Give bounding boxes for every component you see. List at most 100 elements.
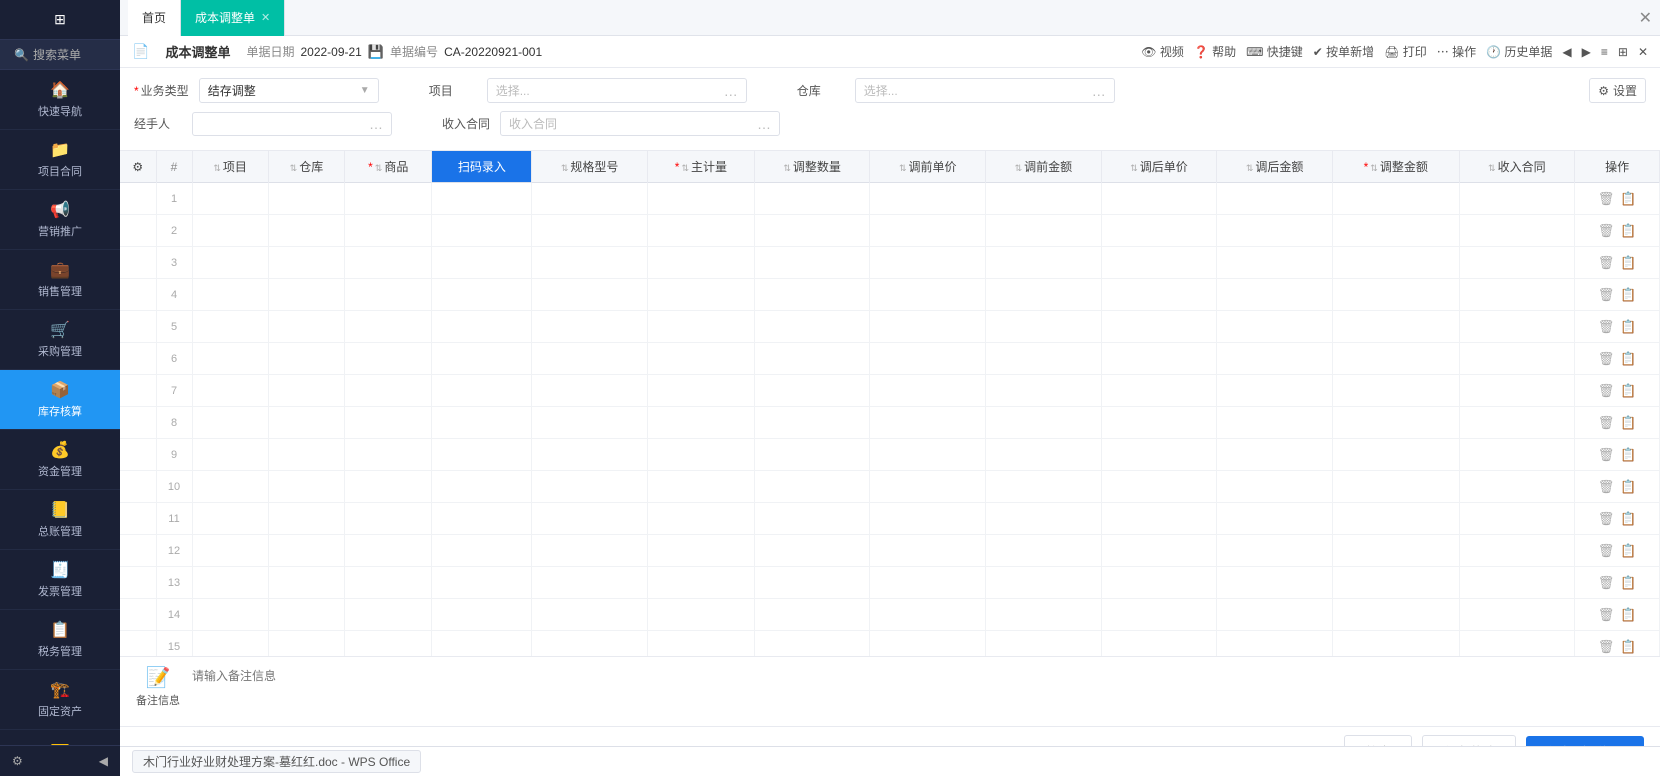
row-copy-3[interactable]: 📋	[1620, 255, 1636, 271]
row-before-price-7[interactable]	[870, 375, 986, 407]
row-delete-8[interactable]: 🗑	[1598, 415, 1615, 431]
row-warehouse-3[interactable]	[268, 247, 344, 279]
row-project-13[interactable]	[192, 567, 268, 599]
row-before-price-5[interactable]	[870, 311, 986, 343]
row-income-contract-13[interactable]	[1459, 567, 1575, 599]
row-project-14[interactable]	[192, 599, 268, 631]
row-adjust-qty-9[interactable]	[754, 439, 870, 471]
income-contract-input[interactable]: 收入合同 …	[500, 111, 780, 136]
row-after-amount-13[interactable]	[1217, 567, 1333, 599]
row-after-price-4[interactable]	[1101, 279, 1217, 311]
row-unit-12[interactable]	[647, 535, 754, 567]
row-before-amount-7[interactable]	[986, 375, 1102, 407]
row-goods-11[interactable]	[345, 503, 432, 535]
row-goods-1[interactable]	[345, 183, 432, 215]
row-after-price-10[interactable]	[1101, 471, 1217, 503]
row-after-amount-15[interactable]	[1217, 631, 1333, 657]
row-goods-4[interactable]	[345, 279, 432, 311]
row-scan-3[interactable]	[432, 247, 532, 279]
th-after-amount[interactable]: ⇅调后金额	[1217, 151, 1333, 183]
row-delete-14[interactable]: 🗑	[1598, 607, 1615, 623]
row-warehouse-7[interactable]	[268, 375, 344, 407]
row-before-price-3[interactable]	[870, 247, 986, 279]
th-before-price[interactable]: ⇅调前单价	[870, 151, 986, 183]
row-copy-7[interactable]: 📋	[1620, 383, 1636, 399]
row-before-amount-14[interactable]	[986, 599, 1102, 631]
row-unit-2[interactable]	[647, 215, 754, 247]
th-settings[interactable]: ⚙	[120, 151, 156, 183]
row-adjust-qty-15[interactable]	[754, 631, 870, 657]
row-before-amount-13[interactable]	[986, 567, 1102, 599]
row-project-2[interactable]	[192, 215, 268, 247]
th-unit[interactable]: ⇅主计量	[647, 151, 754, 183]
row-goods-2[interactable]	[345, 215, 432, 247]
row-income-contract-15[interactable]	[1459, 631, 1575, 657]
row-spec-3[interactable]	[532, 247, 648, 279]
th-goods[interactable]: ⇅商品	[345, 151, 432, 183]
settings-button[interactable]: ⚙ 设置	[1589, 78, 1646, 103]
row-before-amount-6[interactable]	[986, 343, 1102, 375]
row-before-amount-12[interactable]	[986, 535, 1102, 567]
row-delete-9[interactable]: 🗑	[1598, 447, 1615, 463]
project-input[interactable]: 选择... …	[487, 78, 747, 103]
row-copy-9[interactable]: 📋	[1620, 447, 1636, 463]
row-after-price-9[interactable]	[1101, 439, 1217, 471]
row-adjust-amount-12[interactable]	[1332, 535, 1459, 567]
row-scan-8[interactable]	[432, 407, 532, 439]
row-spec-1[interactable]	[532, 183, 648, 215]
row-goods-10[interactable]	[345, 471, 432, 503]
row-spec-11[interactable]	[532, 503, 648, 535]
row-delete-11[interactable]: 🗑	[1598, 511, 1615, 527]
taskbar-wps-item[interactable]: 木门行业好业财处理方案-墓红红.doc - WPS Office	[132, 750, 421, 773]
row-after-price-5[interactable]	[1101, 311, 1217, 343]
row-unit-3[interactable]	[647, 247, 754, 279]
row-adjust-amount-11[interactable]	[1332, 503, 1459, 535]
row-after-price-7[interactable]	[1101, 375, 1217, 407]
sidebar-item-payroll[interactable]: 💳工资	[0, 730, 120, 745]
view-list[interactable]: ≡	[1601, 45, 1608, 59]
row-goods-3[interactable]	[345, 247, 432, 279]
row-delete-7[interactable]: 🗑	[1598, 383, 1615, 399]
row-income-contract-11[interactable]	[1459, 503, 1575, 535]
row-adjust-qty-3[interactable]	[754, 247, 870, 279]
row-spec-8[interactable]	[532, 407, 648, 439]
row-adjust-qty-7[interactable]	[754, 375, 870, 407]
row-unit-4[interactable]	[647, 279, 754, 311]
row-project-12[interactable]	[192, 535, 268, 567]
row-after-amount-11[interactable]	[1217, 503, 1333, 535]
row-spec-14[interactable]	[532, 599, 648, 631]
biz-type-select[interactable]: 结存调整 ▼	[199, 78, 379, 103]
row-goods-5[interactable]	[345, 311, 432, 343]
row-adjust-qty-8[interactable]	[754, 407, 870, 439]
row-unit-9[interactable]	[647, 439, 754, 471]
action-shortcut[interactable]: ⌨ 快捷键	[1246, 43, 1303, 60]
notes-input[interactable]	[192, 665, 1646, 687]
row-after-amount-6[interactable]	[1217, 343, 1333, 375]
sidebar-item-tax-mgmt[interactable]: 📋税务管理	[0, 610, 120, 670]
row-spec-12[interactable]	[532, 535, 648, 567]
row-adjust-qty-5[interactable]	[754, 311, 870, 343]
th-after-price[interactable]: ⇅调后单价	[1101, 151, 1217, 183]
row-adjust-qty-1[interactable]	[754, 183, 870, 215]
collapse-icon[interactable]: ◀	[99, 754, 108, 768]
row-before-price-2[interactable]	[870, 215, 986, 247]
row-unit-10[interactable]	[647, 471, 754, 503]
action-audit[interactable]: ✔ 按单新增	[1313, 43, 1374, 60]
row-adjust-amount-13[interactable]	[1332, 567, 1459, 599]
row-after-price-12[interactable]	[1101, 535, 1217, 567]
row-spec-4[interactable]	[532, 279, 648, 311]
row-adjust-amount-10[interactable]	[1332, 471, 1459, 503]
row-before-price-14[interactable]	[870, 599, 986, 631]
row-warehouse-11[interactable]	[268, 503, 344, 535]
row-adjust-amount-14[interactable]	[1332, 599, 1459, 631]
row-before-price-15[interactable]	[870, 631, 986, 657]
row-project-4[interactable]	[192, 279, 268, 311]
row-delete-1[interactable]: 🗑	[1598, 191, 1615, 207]
sidebar-item-sales-mgmt[interactable]: 💼销售管理	[0, 250, 120, 310]
tabs-close-all[interactable]: ✕	[1639, 8, 1652, 28]
row-after-price-6[interactable]	[1101, 343, 1217, 375]
row-warehouse-4[interactable]	[268, 279, 344, 311]
row-after-amount-5[interactable]	[1217, 311, 1333, 343]
row-project-9[interactable]	[192, 439, 268, 471]
sidebar-item-sales-promo[interactable]: 📢营销推广	[0, 190, 120, 250]
